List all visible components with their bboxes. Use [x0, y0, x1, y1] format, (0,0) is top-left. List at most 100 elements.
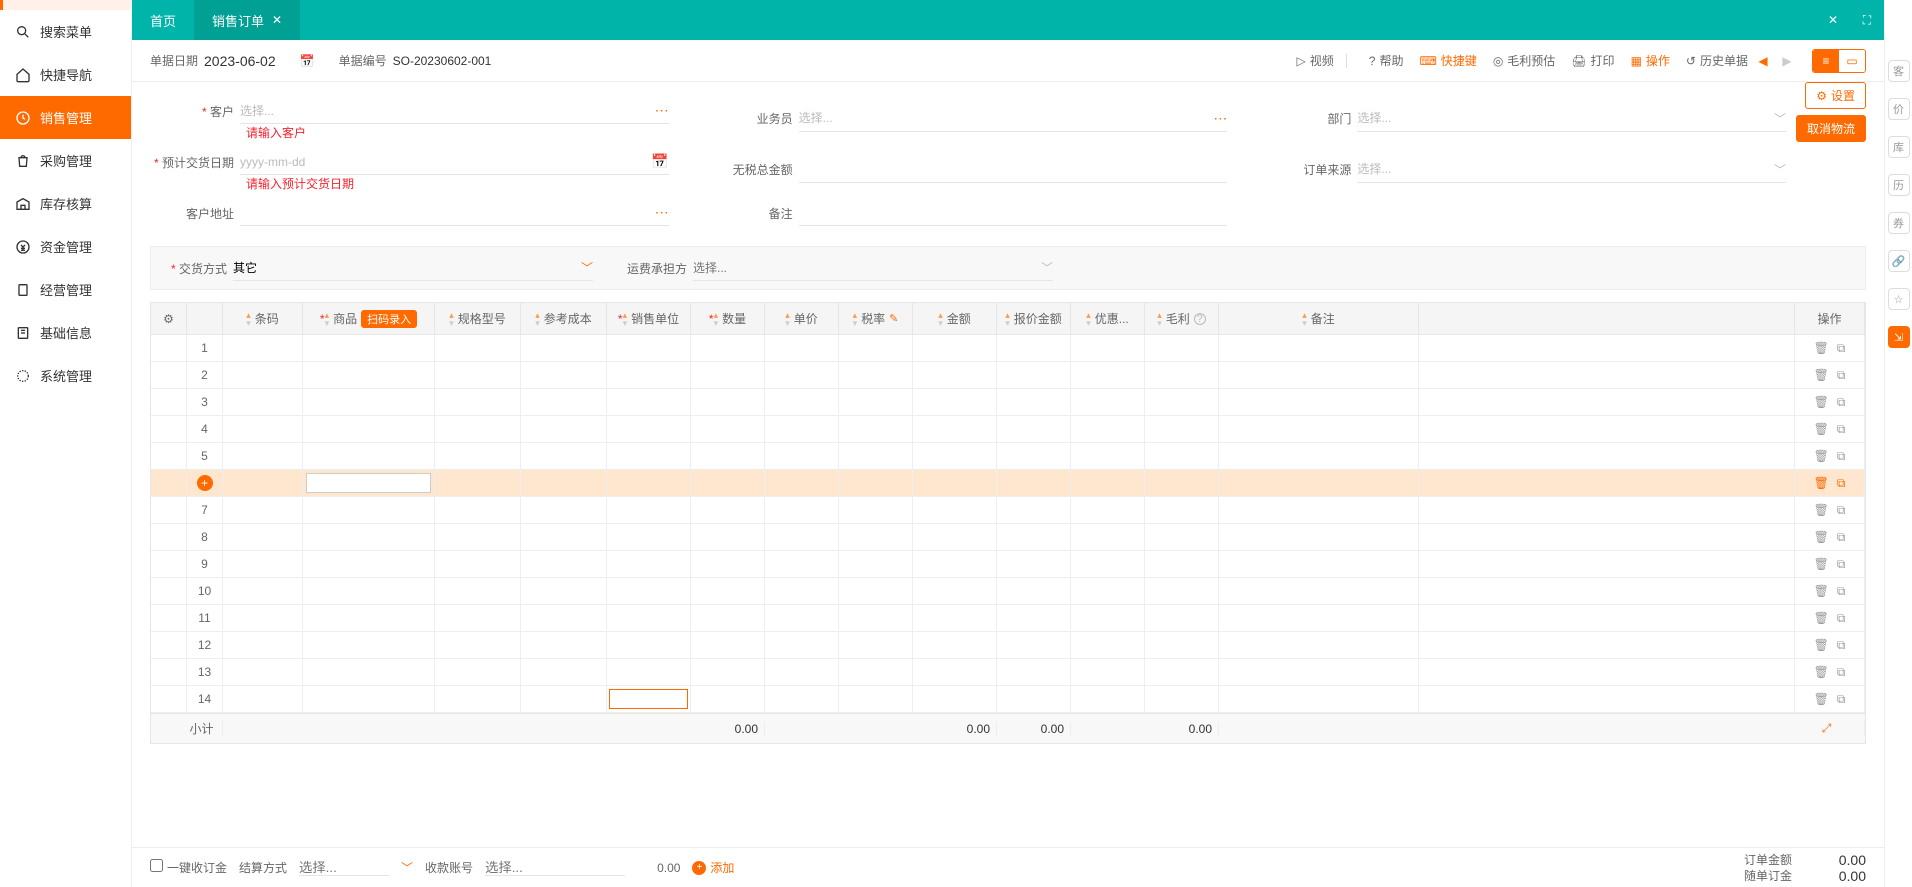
table-row[interactable]: 10🗑⧉ — [151, 578, 1865, 605]
copy-row-icon[interactable]: ⧉ — [1837, 665, 1846, 680]
copy-row-icon[interactable]: ⧉ — [1837, 449, 1846, 464]
more-icon[interactable]: ⋯ — [1207, 110, 1227, 127]
sort-icon[interactable]: ▴▾ — [785, 311, 790, 327]
th-remark[interactable]: ▴▾备注 — [1219, 303, 1419, 334]
row-number[interactable]: + — [187, 470, 223, 496]
row-number[interactable]: 5 — [187, 443, 223, 469]
more-icon[interactable]: ⋯ — [649, 102, 669, 119]
product-cell-input[interactable] — [306, 473, 432, 493]
table-row[interactable]: 3🗑⧉ — [151, 389, 1865, 416]
copy-row-icon[interactable]: ⧉ — [1837, 503, 1846, 518]
table-row[interactable]: 14🗑⧉ — [151, 686, 1865, 713]
sort-icon[interactable]: ▴▾ — [938, 311, 943, 327]
chevron-down-icon[interactable]: ﹀ — [581, 259, 593, 276]
row-gear-cell[interactable] — [151, 416, 187, 442]
salesman-input[interactable] — [799, 111, 1208, 125]
account-select[interactable] — [485, 860, 625, 876]
th-price[interactable]: ▴▾单价 — [765, 303, 839, 334]
row-gear-cell[interactable] — [151, 578, 187, 604]
rail-price[interactable]: 价 — [1888, 98, 1910, 120]
delete-row-icon[interactable]: 🗑 — [1814, 422, 1829, 436]
sort-icon[interactable]: ▴▾ — [246, 311, 251, 327]
row-number[interactable]: 2 — [187, 362, 223, 388]
sort-icon[interactable]: ▴▾ — [623, 311, 628, 327]
history-link[interactable]: ↺历史单据 — [1686, 52, 1748, 69]
next-doc-icon[interactable]: ▶ — [1778, 54, 1796, 68]
row-gear-cell[interactable] — [151, 551, 187, 577]
add-link[interactable]: +添加 — [692, 859, 734, 876]
rail-collapse-icon[interactable]: ⇲ — [1888, 326, 1910, 348]
chevron-down-icon[interactable]: ﹀ — [1768, 161, 1786, 178]
th-amount[interactable]: ▴▾金额 — [913, 303, 997, 334]
table-row[interactable]: 11🗑⧉ — [151, 605, 1865, 632]
copy-row-icon[interactable]: ⧉ — [1837, 368, 1846, 383]
row-number[interactable]: 4 — [187, 416, 223, 442]
print-link[interactable]: 🖨打印 — [1571, 52, 1614, 69]
row-number[interactable]: 14 — [187, 686, 223, 712]
table-row[interactable]: 4 🗑 ⧉ — [151, 416, 1865, 443]
delete-row-icon[interactable]: 🗑 — [1814, 584, 1829, 598]
rail-history[interactable]: 历 — [1888, 174, 1910, 196]
table-row[interactable]: 9🗑⧉ — [151, 551, 1865, 578]
sidebar-item-operation[interactable]: 经营管理 — [0, 268, 131, 311]
table-row[interactable]: 13🗑⧉ — [151, 659, 1865, 686]
rail-stock[interactable]: 库 — [1888, 136, 1910, 158]
table-row[interactable]: + 🗑 ⧉ — [151, 470, 1865, 497]
th-sale-unit[interactable]: ▴▾销售单位 — [607, 303, 691, 334]
tabs-expand-icon[interactable]: ⛶ — [1850, 0, 1884, 40]
rail-coupon[interactable]: 券 — [1888, 212, 1910, 234]
th-spec[interactable]: ▴▾规格型号 — [435, 303, 521, 334]
sidebar-item-funds[interactable]: 资金管理 — [0, 225, 131, 268]
copy-row-icon[interactable]: ⧉ — [1837, 476, 1846, 491]
tabs-close-all-icon[interactable]: ✕ — [1816, 0, 1850, 40]
view-card-icon[interactable]: ▭ — [1839, 50, 1865, 72]
chevron-down-icon[interactable]: ﹀ — [401, 859, 413, 876]
delete-row-icon[interactable]: 🗑 — [1814, 611, 1829, 625]
remark-input[interactable] — [799, 206, 1228, 220]
table-row[interactable]: 7🗑⧉ — [151, 497, 1865, 524]
table-row[interactable]: 8🗑⧉ — [151, 524, 1865, 551]
sort-icon[interactable]: ▴▾ — [714, 311, 719, 327]
sort-icon[interactable]: ▴▾ — [853, 311, 858, 327]
row-number[interactable]: 11 — [187, 605, 223, 631]
department-input[interactable] — [1357, 111, 1768, 125]
row-gear-cell[interactable] — [151, 686, 187, 712]
th-qty[interactable]: ▴▾数量 — [691, 303, 765, 334]
sidebar-item-quicknav[interactable]: 快捷导航 — [0, 53, 131, 96]
order-source-input[interactable] — [1357, 162, 1768, 176]
rail-link[interactable]: 🔗 — [1888, 250, 1910, 272]
copy-row-icon[interactable]: ⧉ — [1837, 557, 1846, 572]
row-gear-cell[interactable] — [151, 470, 187, 496]
est-delivery-input[interactable] — [240, 155, 645, 169]
sidebar-item-inventory[interactable]: 库存核算 — [0, 182, 131, 225]
table-row[interactable]: 2 🗑 ⧉ — [151, 362, 1865, 389]
th-tax[interactable]: ▴▾税率✎ — [839, 303, 913, 334]
delete-row-icon[interactable]: 🗑 — [1814, 341, 1829, 355]
chevron-down-icon[interactable]: ﹀ — [1768, 110, 1786, 127]
copy-row-icon[interactable]: ⧉ — [1837, 530, 1846, 545]
row-gear-cell[interactable] — [151, 443, 187, 469]
copy-row-icon[interactable]: ⧉ — [1837, 638, 1846, 653]
sort-icon[interactable]: ▴▾ — [1302, 311, 1307, 327]
th-discount[interactable]: ▴▾优惠... — [1071, 303, 1145, 334]
rail-star[interactable]: ☆ — [1888, 288, 1910, 310]
row-number[interactable]: 3 — [187, 389, 223, 415]
rail-customer[interactable]: 客 — [1888, 60, 1910, 82]
row-number[interactable]: 13 — [187, 659, 223, 685]
row-gear-cell[interactable] — [151, 497, 187, 523]
th-product[interactable]: ▴▾商品扫码录入 — [303, 303, 435, 334]
doc-date-value[interactable]: 2023-06-02 — [204, 53, 276, 69]
edit-icon[interactable]: ✎ — [889, 312, 898, 325]
gross-estimate-link[interactable]: ◎毛利预估 — [1493, 52, 1556, 69]
delete-row-icon[interactable]: 🗑 — [1814, 368, 1829, 382]
sort-icon[interactable]: ▴▾ — [1086, 311, 1091, 327]
copy-row-icon[interactable]: ⧉ — [1837, 341, 1846, 356]
close-icon[interactable]: ✕ — [272, 13, 282, 27]
copy-row-icon[interactable]: ⧉ — [1837, 422, 1846, 437]
cancel-logistics-button[interactable]: 取消物流 — [1796, 115, 1866, 142]
th-ref-cost[interactable]: ▴▾参考成本 — [521, 303, 607, 334]
th-settings[interactable]: ⚙ — [151, 303, 187, 334]
unit-cell-input[interactable] — [609, 689, 689, 709]
delete-row-icon[interactable]: 🗑 — [1814, 476, 1829, 490]
sort-icon[interactable]: ▴▾ — [1005, 311, 1010, 327]
